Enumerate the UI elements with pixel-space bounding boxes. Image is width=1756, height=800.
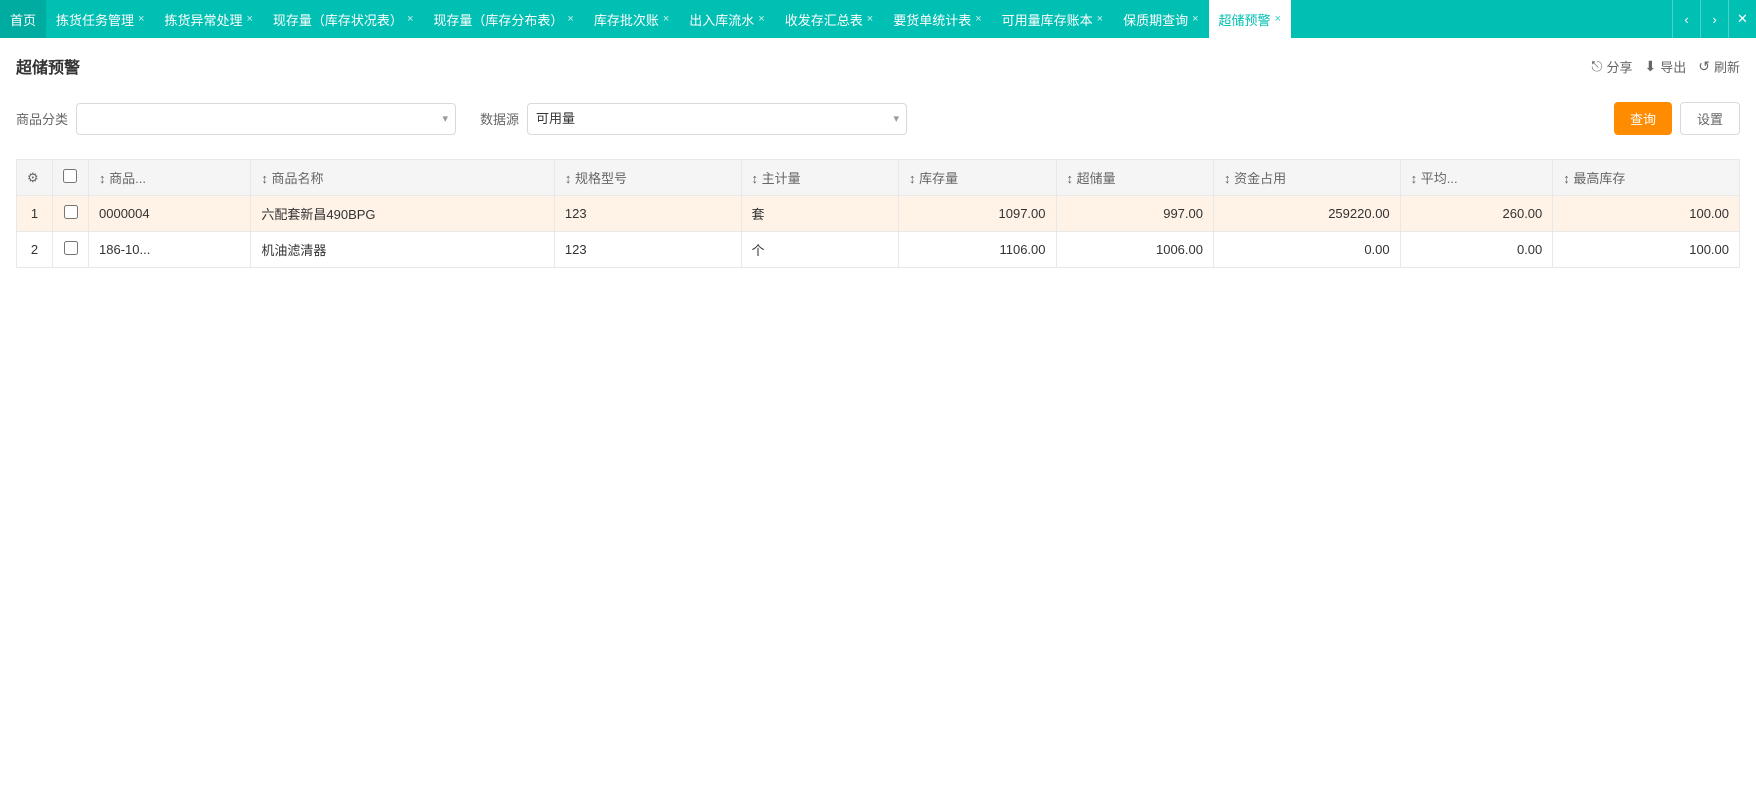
nav-flow[interactable]: 出入库流水 × bbox=[679, 0, 774, 38]
nav-pick-task[interactable]: 拣货任务管理 × bbox=[46, 0, 154, 38]
data-source-select-wrapper: 可用量 库存量 ▾ bbox=[527, 103, 907, 135]
row-1-product-name: 六配套新昌490BPG bbox=[251, 196, 554, 232]
th-capital[interactable]: ↕ 资金占用 bbox=[1213, 160, 1400, 196]
nav-arrow-right[interactable]: › bbox=[1700, 0, 1728, 38]
row-1-overstock: 997.00 bbox=[1056, 196, 1213, 232]
export-button[interactable]: ⬇ 导出 bbox=[1645, 57, 1687, 76]
nav-batch-account[interactable]: 库存批次账 × bbox=[584, 0, 679, 38]
row-2-unit: 个 bbox=[741, 232, 898, 268]
th-product-code[interactable]: ↕ 商品... bbox=[89, 160, 251, 196]
data-source-select[interactable]: 可用量 库存量 bbox=[527, 103, 907, 135]
row-2-product-code: 186-10... bbox=[89, 232, 251, 268]
th-max-stock[interactable]: ↕ 最高库存 bbox=[1553, 160, 1740, 196]
nav-close-stock-status[interactable]: × bbox=[407, 13, 413, 25]
nav-stock-dist[interactable]: 现存量（库存分布表） × bbox=[423, 0, 583, 38]
row-1-stock: 1097.00 bbox=[899, 196, 1056, 232]
nav-arrow-left[interactable]: ‹ bbox=[1672, 0, 1700, 38]
nav-close-flow[interactable]: × bbox=[758, 13, 764, 25]
th-settings[interactable]: ⚙ bbox=[17, 160, 53, 196]
row-1-spec: 123 bbox=[554, 196, 741, 232]
row-2-avg: 0.00 bbox=[1400, 232, 1553, 268]
row-1-unit: 套 bbox=[741, 196, 898, 232]
action-buttons: 查询 设置 bbox=[1614, 102, 1740, 135]
nav-pick-exception[interactable]: 拣货异常处理 × bbox=[154, 0, 262, 38]
row-1-avg: 260.00 bbox=[1400, 196, 1553, 232]
th-spec[interactable]: ↕ 规格型号 bbox=[554, 160, 741, 196]
product-category-select[interactable] bbox=[76, 103, 456, 135]
nav-overstock-warning[interactable]: 超储预警 × bbox=[1209, 0, 1291, 38]
nav-close-batch-account[interactable]: × bbox=[663, 13, 669, 25]
th-stock[interactable]: ↕ 库存量 bbox=[899, 160, 1056, 196]
refresh-icon: ↺ bbox=[1698, 58, 1710, 75]
table-header: ⚙ ↕ 商品... ↕ 商品名称 ↕ 规格型号 ↕ 主计量 ↕ bbox=[17, 160, 1740, 196]
row-2-spec: 123 bbox=[554, 232, 741, 268]
share-button[interactable]: ⎋ 分享 bbox=[1591, 57, 1632, 76]
table-body: 1 0000004 六配套新昌490BPG 123 套 1097.00 997.… bbox=[17, 196, 1740, 268]
product-category-label: 商品分类 bbox=[16, 109, 68, 128]
row-1-capital: 259220.00 bbox=[1213, 196, 1400, 232]
page-header: 超储预警 ⎋ 分享 ⬇ 导出 ↺ 刷新 bbox=[16, 54, 1740, 78]
nav-requisition-stats[interactable]: 要货单统计表 × bbox=[883, 0, 991, 38]
nav-summary[interactable]: 收发存汇总表 × bbox=[775, 0, 883, 38]
row-2-checkbox[interactable] bbox=[53, 232, 89, 268]
top-nav: 首页 拣货任务管理 × 拣货异常处理 × 现存量（库存状况表） × 现存量（库存… bbox=[0, 0, 1756, 38]
th-unit[interactable]: ↕ 主计量 bbox=[741, 160, 898, 196]
nav-close-pick-task[interactable]: × bbox=[138, 13, 144, 25]
nav-close-quality-period[interactable]: × bbox=[1192, 13, 1198, 25]
nav-quality-period[interactable]: 保质期查询 × bbox=[1113, 0, 1208, 38]
query-button[interactable]: 查询 bbox=[1614, 102, 1672, 135]
nav-close-overstock-warning[interactable]: × bbox=[1275, 13, 1281, 25]
row-2-product-name: 机油滤清器 bbox=[251, 232, 554, 268]
product-category-filter: 商品分类 ▾ bbox=[16, 103, 456, 135]
product-category-select-wrapper: ▾ bbox=[76, 103, 456, 135]
select-all-checkbox[interactable] bbox=[63, 169, 77, 183]
settings-button[interactable]: 设置 bbox=[1680, 102, 1740, 135]
refresh-button[interactable]: ↺ 刷新 bbox=[1698, 57, 1740, 76]
th-overstock[interactable]: ↕ 超储量 bbox=[1056, 160, 1213, 196]
data-source-label: 数据源 bbox=[480, 109, 519, 128]
nav-arrow-expand[interactable]: ✕ bbox=[1728, 0, 1756, 38]
page-title: 超储预警 bbox=[16, 54, 80, 78]
data-table: ⚙ ↕ 商品... ↕ 商品名称 ↕ 规格型号 ↕ 主计量 ↕ bbox=[16, 159, 1740, 268]
row-2-overstock: 1006.00 bbox=[1056, 232, 1213, 268]
nav-arrows: ‹ › ✕ bbox=[1672, 0, 1756, 38]
th-avg[interactable]: ↕ 平均... bbox=[1400, 160, 1553, 196]
export-icon: ⬇ bbox=[1645, 58, 1657, 75]
row-2-max-stock: 100.00 bbox=[1553, 232, 1740, 268]
row-1-checkbox[interactable] bbox=[53, 196, 89, 232]
header-actions: ⎋ 分享 ⬇ 导出 ↺ 刷新 bbox=[1591, 57, 1740, 76]
nav-close-requisition-stats[interactable]: × bbox=[975, 13, 981, 25]
row-2-capital: 0.00 bbox=[1213, 232, 1400, 268]
th-checkbox[interactable] bbox=[53, 160, 89, 196]
filter-bar: 商品分类 ▾ 数据源 可用量 库存量 ▾ 查询 设置 bbox=[16, 94, 1740, 143]
settings-gear-icon: ⚙ bbox=[27, 170, 39, 185]
nav-close-available-stock[interactable]: × bbox=[1097, 13, 1103, 25]
row-1-max-stock: 100.00 bbox=[1553, 196, 1740, 232]
row-1-select-checkbox[interactable] bbox=[64, 205, 78, 219]
row-2-stock: 1106.00 bbox=[899, 232, 1056, 268]
row-2-num: 2 bbox=[17, 232, 53, 268]
page-container: 超储预警 ⎋ 分享 ⬇ 导出 ↺ 刷新 商品分类 ▾ bbox=[0, 38, 1756, 800]
row-1-product-code: 0000004 bbox=[89, 196, 251, 232]
th-product-name[interactable]: ↕ 商品名称 bbox=[251, 160, 554, 196]
table-row: 1 0000004 六配套新昌490BPG 123 套 1097.00 997.… bbox=[17, 196, 1740, 232]
share-icon: ⎋ bbox=[1591, 58, 1602, 75]
row-1-num: 1 bbox=[17, 196, 53, 232]
nav-home[interactable]: 首页 bbox=[0, 0, 46, 38]
nav-stock-status[interactable]: 现存量（库存状况表） × bbox=[263, 0, 423, 38]
nav-available-stock[interactable]: 可用量库存账本 × bbox=[992, 0, 1113, 38]
nav-close-summary[interactable]: × bbox=[867, 13, 873, 25]
data-source-filter: 数据源 可用量 库存量 ▾ bbox=[480, 103, 907, 135]
nav-close-pick-exception[interactable]: × bbox=[246, 13, 252, 25]
table-row: 2 186-10... 机油滤清器 123 个 1106.00 1006.00 … bbox=[17, 232, 1740, 268]
nav-close-stock-dist[interactable]: × bbox=[567, 13, 573, 25]
row-2-select-checkbox[interactable] bbox=[64, 241, 78, 255]
